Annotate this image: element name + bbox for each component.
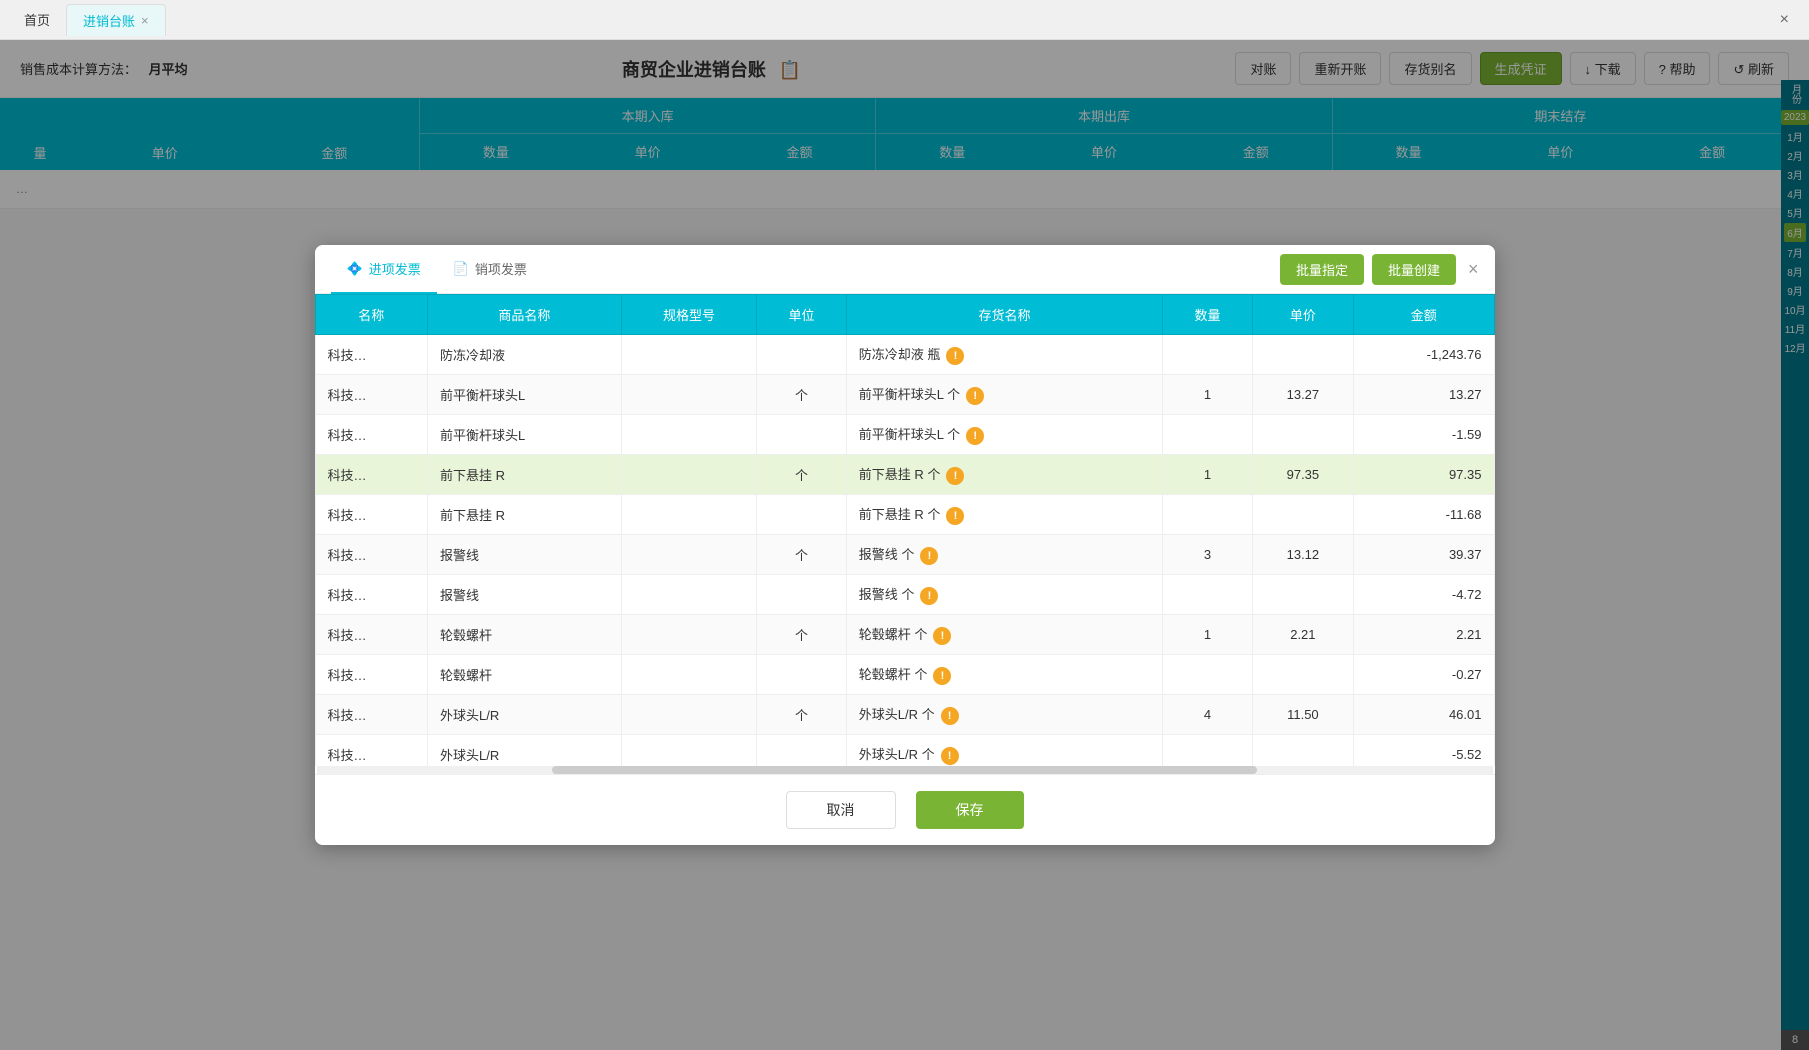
table-row: 科技…外球头L/R个外球头L/R 个!411.5046.01	[315, 695, 1494, 735]
modal-header-buttons: 批量指定 批量创建	[1280, 246, 1456, 293]
table-row: 科技…轮毂螺杆个轮毂螺杆 个!12.212.21	[315, 615, 1494, 655]
table-row: 科技…报警线个报警线 个!313.1239.37	[315, 535, 1494, 575]
col-header-unit-price: 单价	[1252, 295, 1353, 335]
tab-home[interactable]: 首页	[8, 4, 66, 35]
warning-icon: !	[946, 467, 964, 485]
table-row: 科技…防冻冷却液防冻冷却液 瓶!-1,243.76	[315, 335, 1494, 375]
col-header-amount: 金额	[1353, 295, 1494, 335]
modal-table-wrapper[interactable]: 名称 商品名称 规格型号 单位 存货名称 数量 单价 金额 科技…防冻冷却液防冻…	[315, 294, 1495, 766]
tab-bar: 首页 进销台账 × ×	[0, 0, 1809, 40]
warning-icon: !	[920, 587, 938, 605]
sales-tab-icon: 📄	[453, 261, 469, 277]
batch-designate-button[interactable]: 批量指定	[1280, 254, 1364, 285]
cancel-button[interactable]: 取消	[786, 791, 896, 829]
modal-close-button[interactable]: ×	[1468, 259, 1479, 280]
tab-sales-invoice[interactable]: 📄 销项发票	[437, 245, 543, 294]
warning-icon: !	[946, 507, 964, 525]
warning-icon: !	[933, 627, 951, 645]
col-header-quantity: 数量	[1163, 295, 1253, 335]
col-header-spec: 规格型号	[621, 295, 756, 335]
tab-purchase-sale[interactable]: 进销台账 ×	[66, 4, 166, 36]
tab-purchase-invoice[interactable]: 💠 进项发票	[331, 245, 437, 294]
tab-close-icon[interactable]: ×	[141, 13, 149, 28]
warning-icon: !	[933, 667, 951, 685]
table-row: 科技…前平衡杆球头L个前平衡杆球头L 个!113.2713.27	[315, 375, 1494, 415]
purchase-tab-icon: 💠	[347, 261, 363, 277]
table-row: 科技…前下悬挂 R前下悬挂 R 个!-11.68	[315, 495, 1494, 535]
col-header-unit: 单位	[757, 295, 847, 335]
modal-header: 💠 进项发票 📄 销项发票 批量指定 批量创建 ×	[315, 245, 1495, 294]
save-button[interactable]: 保存	[916, 791, 1024, 829]
main-content: 销售成本计算方法： 月平均 商贸企业进销台账 📋 对账 重新开账 存货别名 生成…	[0, 40, 1809, 1050]
window-close-button[interactable]: ×	[1768, 5, 1801, 35]
table-row: 科技…轮毂螺杆轮毂螺杆 个!-0.27	[315, 655, 1494, 695]
modal-backdrop: 💠 进项发票 📄 销项发票 批量指定 批量创建 ×	[0, 40, 1809, 1050]
warning-icon: !	[941, 707, 959, 725]
table-row: 科技…报警线报警线 个!-4.72	[315, 575, 1494, 615]
warning-icon: !	[966, 387, 984, 405]
invoice-table: 名称 商品名称 规格型号 单位 存货名称 数量 单价 金额 科技…防冻冷却液防冻…	[315, 294, 1495, 766]
modal-dialog: 💠 进项发票 📄 销项发票 批量指定 批量创建 ×	[315, 245, 1495, 845]
table-row: 科技…前平衡杆球头L前平衡杆球头L 个!-1.59	[315, 415, 1494, 455]
warning-icon: !	[966, 427, 984, 445]
col-header-inventory-name: 存货名称	[846, 295, 1162, 335]
modal-footer: 取消 保存	[315, 774, 1495, 845]
batch-create-button[interactable]: 批量创建	[1372, 254, 1456, 285]
table-row: 科技…前下悬挂 R个前下悬挂 R 个!197.3597.35	[315, 455, 1494, 495]
table-row: 科技…外球头L/R外球头L/R 个!-5.52	[315, 735, 1494, 767]
col-header-name: 名称	[315, 295, 428, 335]
col-header-product-name: 商品名称	[428, 295, 622, 335]
warning-icon: !	[941, 747, 959, 765]
warning-icon: !	[946, 347, 964, 365]
warning-icon: !	[920, 547, 938, 565]
